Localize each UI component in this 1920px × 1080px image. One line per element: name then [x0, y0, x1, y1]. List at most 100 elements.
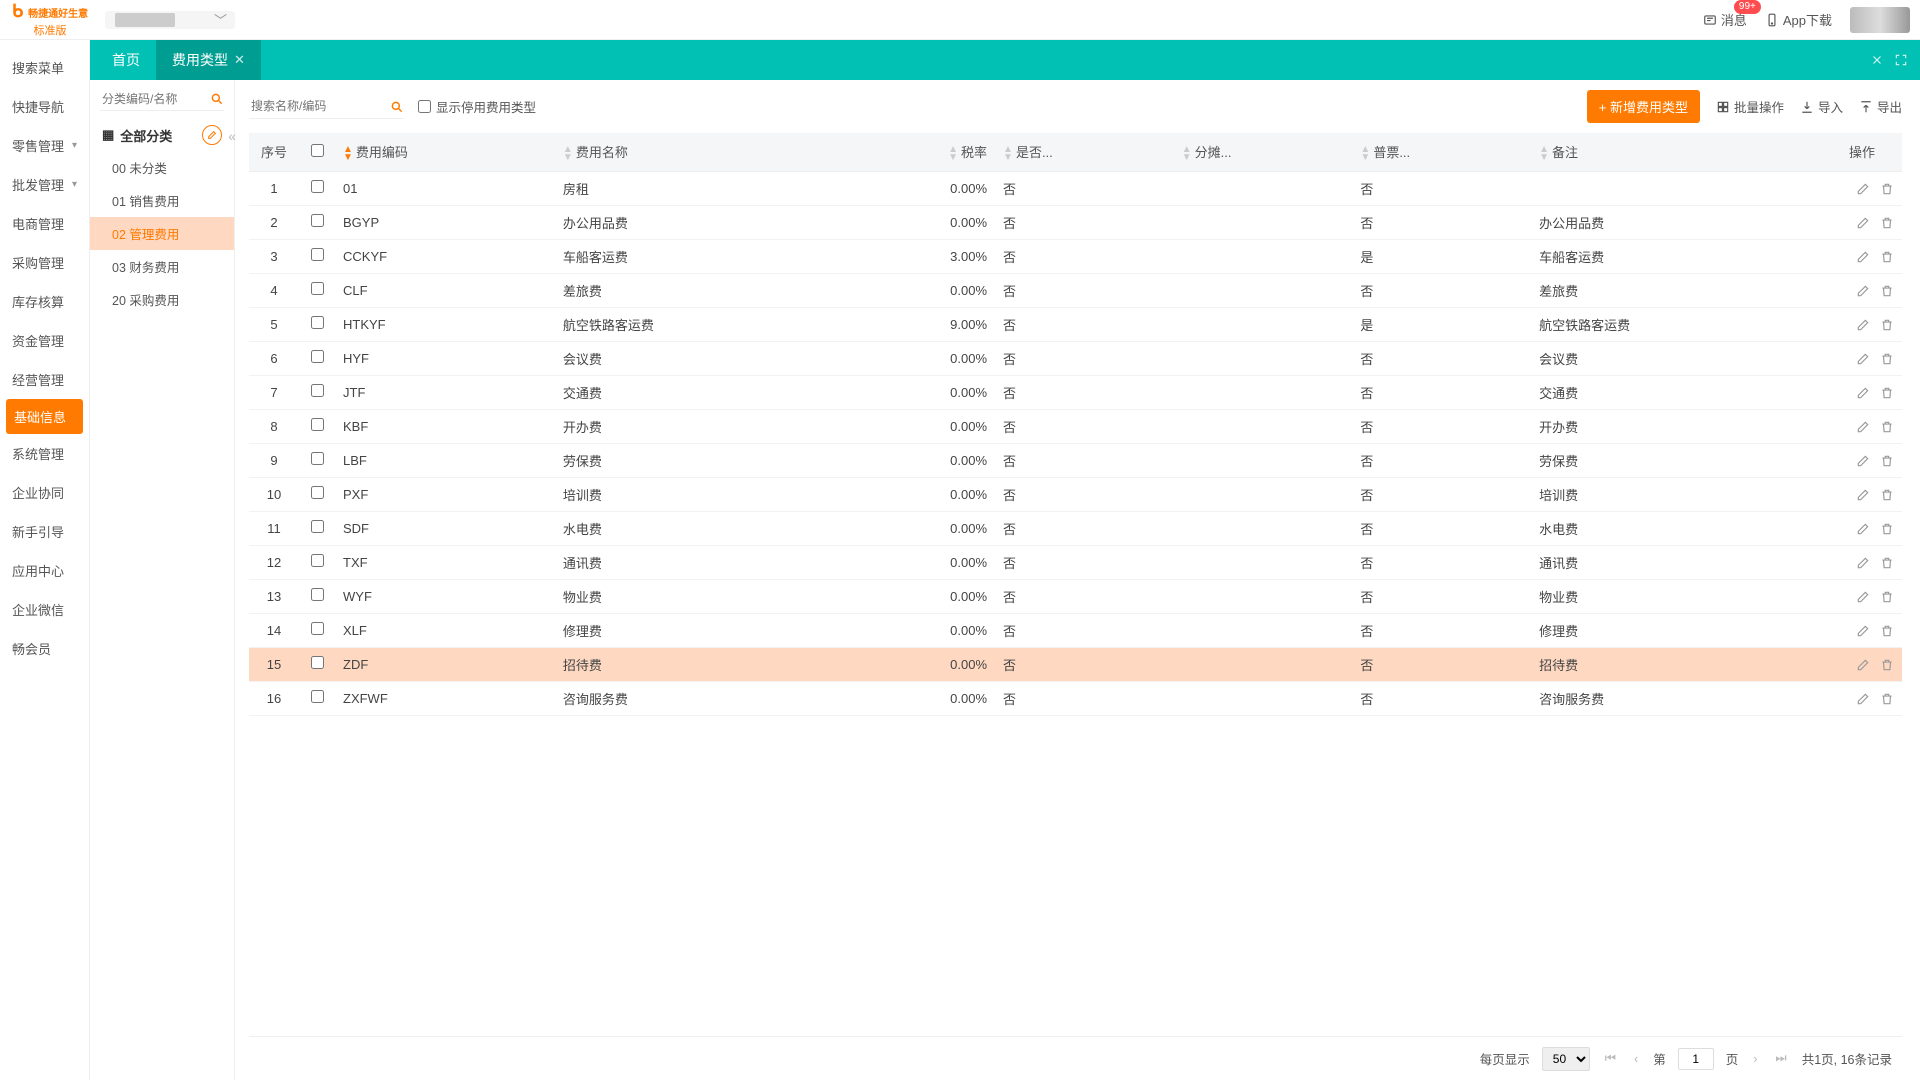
delete-icon[interactable]	[1880, 282, 1894, 298]
edit-icon[interactable]	[1856, 248, 1870, 264]
nav-item[interactable]: 企业协同	[0, 473, 89, 512]
delete-icon[interactable]	[1880, 350, 1894, 366]
nav-item[interactable]: 搜索菜单	[0, 48, 89, 87]
delete-icon[interactable]	[1880, 588, 1894, 604]
delete-icon[interactable]	[1880, 316, 1894, 332]
close-icon[interactable]: ✕	[234, 52, 245, 68]
prev-page-icon[interactable]: ‹	[1631, 1052, 1641, 1066]
nav-item[interactable]: 采购管理	[0, 243, 89, 282]
nav-item[interactable]: 企业微信	[0, 590, 89, 629]
delete-icon[interactable]	[1880, 418, 1894, 434]
tab-expense-type[interactable]: 费用类型 ✕	[156, 40, 261, 80]
tab-close-all-icon[interactable]	[1870, 53, 1884, 67]
edit-icon[interactable]	[1856, 554, 1870, 570]
batch-button[interactable]: 批量操作	[1716, 97, 1784, 116]
table-row[interactable]: 10PXF培训费0.00%否否培训费	[249, 477, 1902, 511]
row-checkbox[interactable]	[311, 418, 324, 431]
add-button[interactable]: + 新增费用类型	[1587, 90, 1700, 123]
edit-icon[interactable]	[1856, 282, 1870, 298]
row-checkbox[interactable]	[311, 214, 324, 227]
edit-icon[interactable]	[1856, 622, 1870, 638]
edit-icon[interactable]	[1856, 452, 1870, 468]
table-row[interactable]: 6HYF会议费0.00%否否会议费	[249, 341, 1902, 375]
nav-item[interactable]: 零售管理▾	[0, 126, 89, 165]
table-row[interactable]: 101房租0.00%否否	[249, 171, 1902, 205]
table-row[interactable]: 7JTF交通费0.00%否否交通费	[249, 375, 1902, 409]
row-checkbox[interactable]	[311, 350, 324, 363]
nav-item[interactable]: 快捷导航	[0, 87, 89, 126]
nav-item[interactable]: 资金管理	[0, 321, 89, 360]
edit-icon[interactable]	[1856, 214, 1870, 230]
category-item[interactable]: 01 销售费用	[90, 184, 234, 217]
table-row[interactable]: 14XLF修理费0.00%否否修理费	[249, 613, 1902, 647]
row-checkbox[interactable]	[311, 520, 324, 533]
row-checkbox[interactable]	[311, 690, 324, 703]
edit-icon[interactable]	[1856, 418, 1870, 434]
category-all[interactable]: ▦ 全部分类	[90, 119, 234, 151]
app-download-button[interactable]: App下载	[1765, 10, 1832, 29]
col-name[interactable]: ▲▼费用名称	[555, 133, 846, 171]
table-row[interactable]: 12TXF通讯费0.00%否否通讯费	[249, 545, 1902, 579]
category-item[interactable]: 02 管理费用	[90, 217, 234, 250]
row-checkbox[interactable]	[311, 554, 324, 567]
edit-icon[interactable]	[1856, 486, 1870, 502]
row-checkbox[interactable]	[311, 656, 324, 669]
table-row[interactable]: 2BGYP办公用品费0.00%否否办公用品费	[249, 205, 1902, 239]
last-page-icon[interactable]: ⏭	[1772, 1051, 1789, 1066]
row-checkbox[interactable]	[311, 248, 324, 261]
table-row[interactable]: 8KBF开办费0.00%否否开办费	[249, 409, 1902, 443]
page-number-input[interactable]	[1678, 1048, 1714, 1070]
edit-icon[interactable]	[1856, 690, 1870, 706]
col-is[interactable]: ▲▼是否...	[995, 133, 1174, 171]
col-rate[interactable]: ▲▼税率	[846, 133, 995, 171]
nav-item[interactable]: 系统管理	[0, 434, 89, 473]
row-checkbox[interactable]	[311, 384, 324, 397]
category-item[interactable]: 00 未分类	[90, 151, 234, 184]
table-row[interactable]: 3CCKYF车船客运费3.00%否是车船客运费	[249, 239, 1902, 273]
edit-icon[interactable]	[1856, 588, 1870, 604]
row-checkbox[interactable]	[311, 282, 324, 295]
nav-item[interactable]: 畅会员	[0, 629, 89, 668]
category-item[interactable]: 20 采购费用	[90, 283, 234, 316]
table-row[interactable]: 15ZDF招待费0.00%否否招待费	[249, 647, 1902, 681]
table-row[interactable]: 16ZXFWF咨询服务费0.00%否否咨询服务费	[249, 681, 1902, 715]
nav-item[interactable]: 应用中心	[0, 551, 89, 590]
delete-icon[interactable]	[1880, 486, 1894, 502]
delete-icon[interactable]	[1880, 384, 1894, 400]
col-voucher[interactable]: ▲▼普票...	[1352, 133, 1531, 171]
page-size-select[interactable]: 50	[1542, 1047, 1590, 1071]
col-remark[interactable]: ▲▼备注	[1531, 133, 1822, 171]
category-search-input[interactable]	[100, 88, 224, 111]
row-checkbox[interactable]	[311, 180, 324, 193]
col-checkbox[interactable]	[299, 133, 335, 171]
search-icon[interactable]	[210, 90, 224, 106]
table-row[interactable]: 11SDF水电费0.00%否否水电费	[249, 511, 1902, 545]
delete-icon[interactable]	[1880, 622, 1894, 638]
delete-icon[interactable]	[1880, 656, 1894, 672]
export-button[interactable]: 导出	[1859, 97, 1902, 116]
company-select[interactable]: ﹀	[105, 11, 235, 29]
avatar[interactable]	[1850, 7, 1910, 33]
edit-icon[interactable]	[1856, 520, 1870, 536]
row-checkbox[interactable]	[311, 588, 324, 601]
nav-item[interactable]: 经营管理	[0, 360, 89, 399]
edit-icon[interactable]	[1856, 656, 1870, 672]
category-item[interactable]: 03 财务费用	[90, 250, 234, 283]
edit-icon[interactable]	[1856, 316, 1870, 332]
delete-icon[interactable]	[1880, 554, 1894, 570]
table-row[interactable]: 13WYF物业费0.00%否否物业费	[249, 579, 1902, 613]
delete-icon[interactable]	[1880, 248, 1894, 264]
nav-item[interactable]: 电商管理	[0, 204, 89, 243]
search-icon[interactable]	[390, 98, 404, 114]
first-page-icon[interactable]: ⏮	[1602, 1051, 1619, 1066]
table-row[interactable]: 5HTKYF航空铁路客运费9.00%否是航空铁路客运费	[249, 307, 1902, 341]
import-button[interactable]: 导入	[1800, 97, 1843, 116]
nav-item[interactable]: 新手引导	[0, 512, 89, 551]
row-checkbox[interactable]	[311, 452, 324, 465]
delete-icon[interactable]	[1880, 452, 1894, 468]
delete-icon[interactable]	[1880, 520, 1894, 536]
col-share[interactable]: ▲▼分摊...	[1174, 133, 1353, 171]
row-checkbox[interactable]	[311, 316, 324, 329]
edit-icon[interactable]	[1856, 384, 1870, 400]
messages-button[interactable]: 消息 99+	[1703, 10, 1747, 29]
